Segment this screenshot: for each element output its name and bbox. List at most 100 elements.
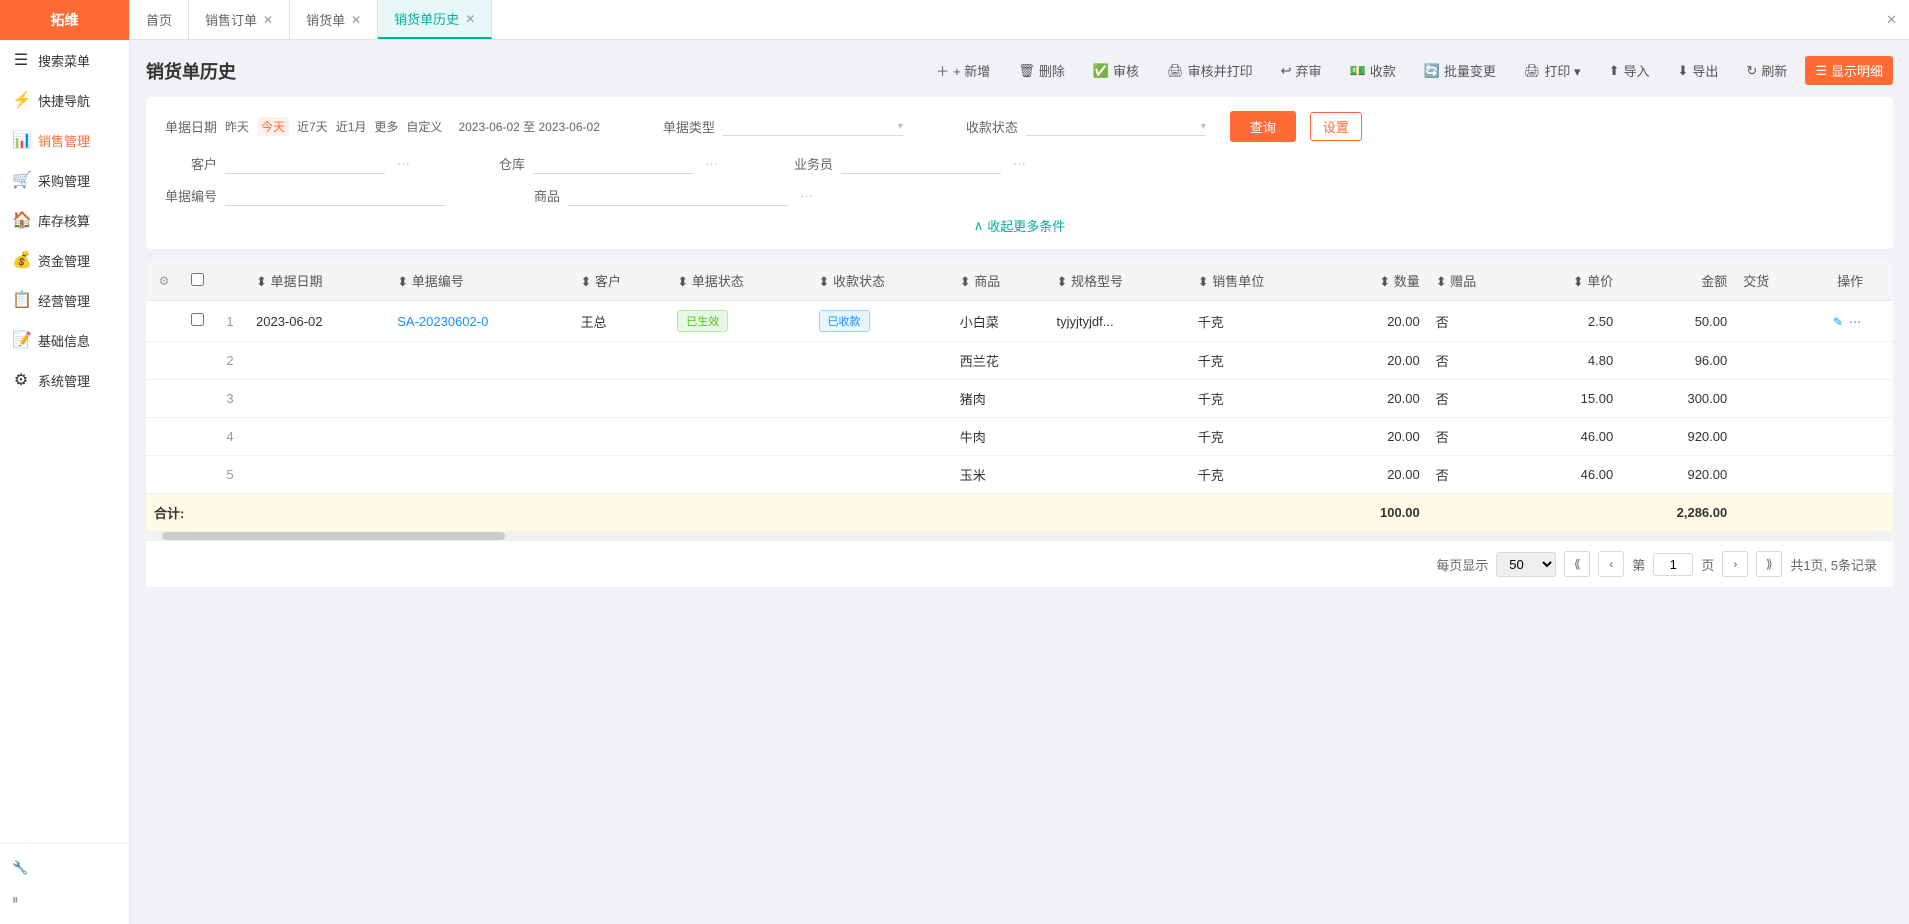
table-scrollbar[interactable] xyxy=(162,532,1877,540)
date-yesterday[interactable]: 昨天 xyxy=(225,118,249,135)
filter-doc-type-item: 单据类型 ▾ xyxy=(660,117,903,136)
per-page-select[interactable]: 50 100 200 xyxy=(1496,552,1556,577)
tab-home[interactable]: 首页 xyxy=(130,0,189,39)
sidebar-settings-btn[interactable]: 🔧 xyxy=(0,852,129,884)
row-unit-price: 2.50 xyxy=(1524,301,1621,342)
sidebar-item-base-info[interactable]: 📝 基础信息 xyxy=(0,320,129,360)
collapse-filter-btn[interactable]: ∧ 收起更多条件 xyxy=(162,216,1877,235)
col-doc-date[interactable]: ⬍ 单据日期 xyxy=(248,261,389,301)
action-更多[interactable]: ⋯ xyxy=(1849,315,1861,329)
row-customer xyxy=(573,380,670,418)
next-page-btn[interactable]: › xyxy=(1722,551,1748,577)
col-quantity[interactable]: ⬍ 数量 xyxy=(1331,261,1428,301)
salesman-dots[interactable]: ··· xyxy=(1013,156,1026,171)
col-gift[interactable]: ⬍ 赠品 xyxy=(1428,261,1525,301)
tab-sales-delivery-close[interactable]: ✕ xyxy=(351,13,361,27)
audit-print-button[interactable]: 🖨 审核并打印 xyxy=(1157,56,1263,85)
col-spec[interactable]: ⬍ 规格型号 xyxy=(1049,261,1190,301)
export-button[interactable]: ⬇ 导出 xyxy=(1667,56,1728,85)
date-7days[interactable]: 近7天 xyxy=(297,118,328,135)
row-settings xyxy=(146,418,182,456)
sidebar-item-sales-mgmt[interactable]: 📊 销售管理 xyxy=(0,120,129,160)
warehouse-dots[interactable]: ··· xyxy=(705,156,718,171)
row-quantity: 20.00 xyxy=(1331,342,1428,380)
filter-pay-status-select[interactable]: ▾ xyxy=(1026,118,1206,136)
new-button[interactable]: ＋ + 新增 xyxy=(926,56,1000,85)
collect-button[interactable]: 💵 收款 xyxy=(1340,56,1406,85)
query-button[interactable]: 查询 xyxy=(1230,111,1296,142)
col-doc-no[interactable]: ⬍ 单据编号 xyxy=(389,261,572,301)
date-custom[interactable]: 自定义 xyxy=(406,118,442,135)
filter-warehouse-item: 仓库 ··· xyxy=(470,152,718,174)
tab-sales-history-close[interactable]: ✕ xyxy=(465,12,475,26)
tab-sales-order-close[interactable]: ✕ xyxy=(263,13,273,27)
abandon-button[interactable]: ↩ 弃审 xyxy=(1271,56,1332,85)
print-label: 打印 ▾ xyxy=(1544,61,1580,80)
sidebar-item-search-menu[interactable]: ☰ 搜索菜单 xyxy=(0,40,129,80)
tab-sales-order[interactable]: 销售订单 ✕ xyxy=(189,0,290,39)
first-page-btn[interactable]: ⟪ xyxy=(1564,551,1590,577)
tab-sales-delivery[interactable]: 销货单 ✕ xyxy=(290,0,378,39)
last-page-btn[interactable]: ⟫ xyxy=(1756,551,1782,577)
col-settings[interactable]: ⚙ xyxy=(146,261,182,301)
toolbar: ＋ + 新增 🗑 删除 ✅ 审核 🖨 审核并打印 ↩ 弃审 xyxy=(926,56,1893,85)
goods-dots[interactable]: ··· xyxy=(800,188,813,203)
col-goods[interactable]: ⬍ 商品 xyxy=(952,261,1049,301)
import-button[interactable]: ⬆ 导入 xyxy=(1599,56,1660,85)
sidebar-item-finance-mgmt[interactable]: 💰 资金管理 xyxy=(0,240,129,280)
filter-settings-button[interactable]: 设置 xyxy=(1310,112,1362,141)
col-sales-unit[interactable]: ⬍ 销售单位 xyxy=(1190,261,1331,301)
col-goods-label: ⬍ 商品 xyxy=(960,274,1001,289)
sidebar-item-ops-mgmt[interactable]: 📋 经营管理 xyxy=(0,280,129,320)
filter-warehouse-input[interactable] xyxy=(533,152,693,174)
page-header: 销货单历史 ＋ + 新增 🗑 删除 ✅ 审核 🖨 审核并打印 xyxy=(146,56,1893,85)
filter-goods-input[interactable] xyxy=(568,184,788,206)
show-detail-button[interactable]: ☰ 显示明细 xyxy=(1805,56,1893,85)
row-customer xyxy=(573,418,670,456)
batch-change-icon: 🔄 xyxy=(1424,63,1440,79)
sidebar-item-purchase-mgmt[interactable]: 🛒 采购管理 xyxy=(0,160,129,200)
row-checkbox[interactable] xyxy=(191,313,204,326)
action-编辑[interactable]: ✎ xyxy=(1833,315,1843,329)
page-input[interactable] xyxy=(1653,553,1693,576)
row-amount: 50.00 xyxy=(1621,301,1735,342)
filter-docno-input[interactable] xyxy=(225,184,445,206)
doc-no-link[interactable]: SA-20230602-0 xyxy=(397,314,488,329)
row-doc-status xyxy=(669,456,810,494)
sidebar-item-stock-calc[interactable]: 🏠 库存核算 xyxy=(0,200,129,240)
date-today[interactable]: 今天 xyxy=(257,117,289,136)
tab-bar-close-btn[interactable]: ✕ xyxy=(1874,0,1909,39)
row-spec xyxy=(1049,380,1190,418)
delete-button[interactable]: 🗑 删除 xyxy=(1008,56,1075,85)
show-detail-label: 显示明细 xyxy=(1831,61,1883,80)
filter-area: 单据日期 昨天 今天 近7天 近1月 更多 自定义 2023-06-02 至 2… xyxy=(146,97,1893,249)
refresh-label: 刷新 xyxy=(1761,61,1787,80)
col-customer[interactable]: ⬍ 客户 xyxy=(573,261,670,301)
select-all-checkbox[interactable] xyxy=(191,273,204,286)
sidebar-item-quick-nav[interactable]: ⚡ 快捷导航 xyxy=(0,80,129,120)
date-1month[interactable]: 近1月 xyxy=(336,118,367,135)
refresh-button[interactable]: ↻ 刷新 xyxy=(1736,56,1797,85)
sidebar-pause-btn[interactable]: ⏸ xyxy=(0,884,129,916)
col-checkbox xyxy=(182,261,212,301)
stock-calc-icon: 🏠 xyxy=(12,210,30,230)
filter-salesman-input[interactable] xyxy=(841,152,1001,174)
row-settings xyxy=(146,456,182,494)
col-doc-status[interactable]: ⬍ 单据状态 xyxy=(669,261,810,301)
table-row: 5 玉米 千克 20.00 否 46.00 920.00 xyxy=(146,456,1893,494)
table-scroll-thumb[interactable] xyxy=(162,532,505,540)
audit-button[interactable]: ✅ 审核 xyxy=(1083,56,1149,85)
print-button[interactable]: 🖨 打印 ▾ xyxy=(1514,56,1591,85)
filter-doc-type-select[interactable]: ▾ xyxy=(723,118,903,136)
filter-customer-input[interactable] xyxy=(225,152,385,174)
col-unit-price[interactable]: ⬍ 单价 xyxy=(1524,261,1621,301)
date-more[interactable]: 更多 xyxy=(374,118,398,135)
batch-change-button[interactable]: 🔄 批量变更 xyxy=(1414,56,1506,85)
customer-dots[interactable]: ··· xyxy=(397,156,410,171)
col-pay-status[interactable]: ⬍ 收款状态 xyxy=(811,261,952,301)
row-doc-no xyxy=(389,342,572,380)
sidebar-item-sys-mgmt[interactable]: ⚙ 系统管理 xyxy=(0,360,129,400)
tab-sales-history[interactable]: 销货单历史 ✕ xyxy=(378,0,492,39)
prev-page-btn[interactable]: ‹ xyxy=(1598,551,1624,577)
filter-doc-type-label: 单据类型 xyxy=(660,117,715,136)
